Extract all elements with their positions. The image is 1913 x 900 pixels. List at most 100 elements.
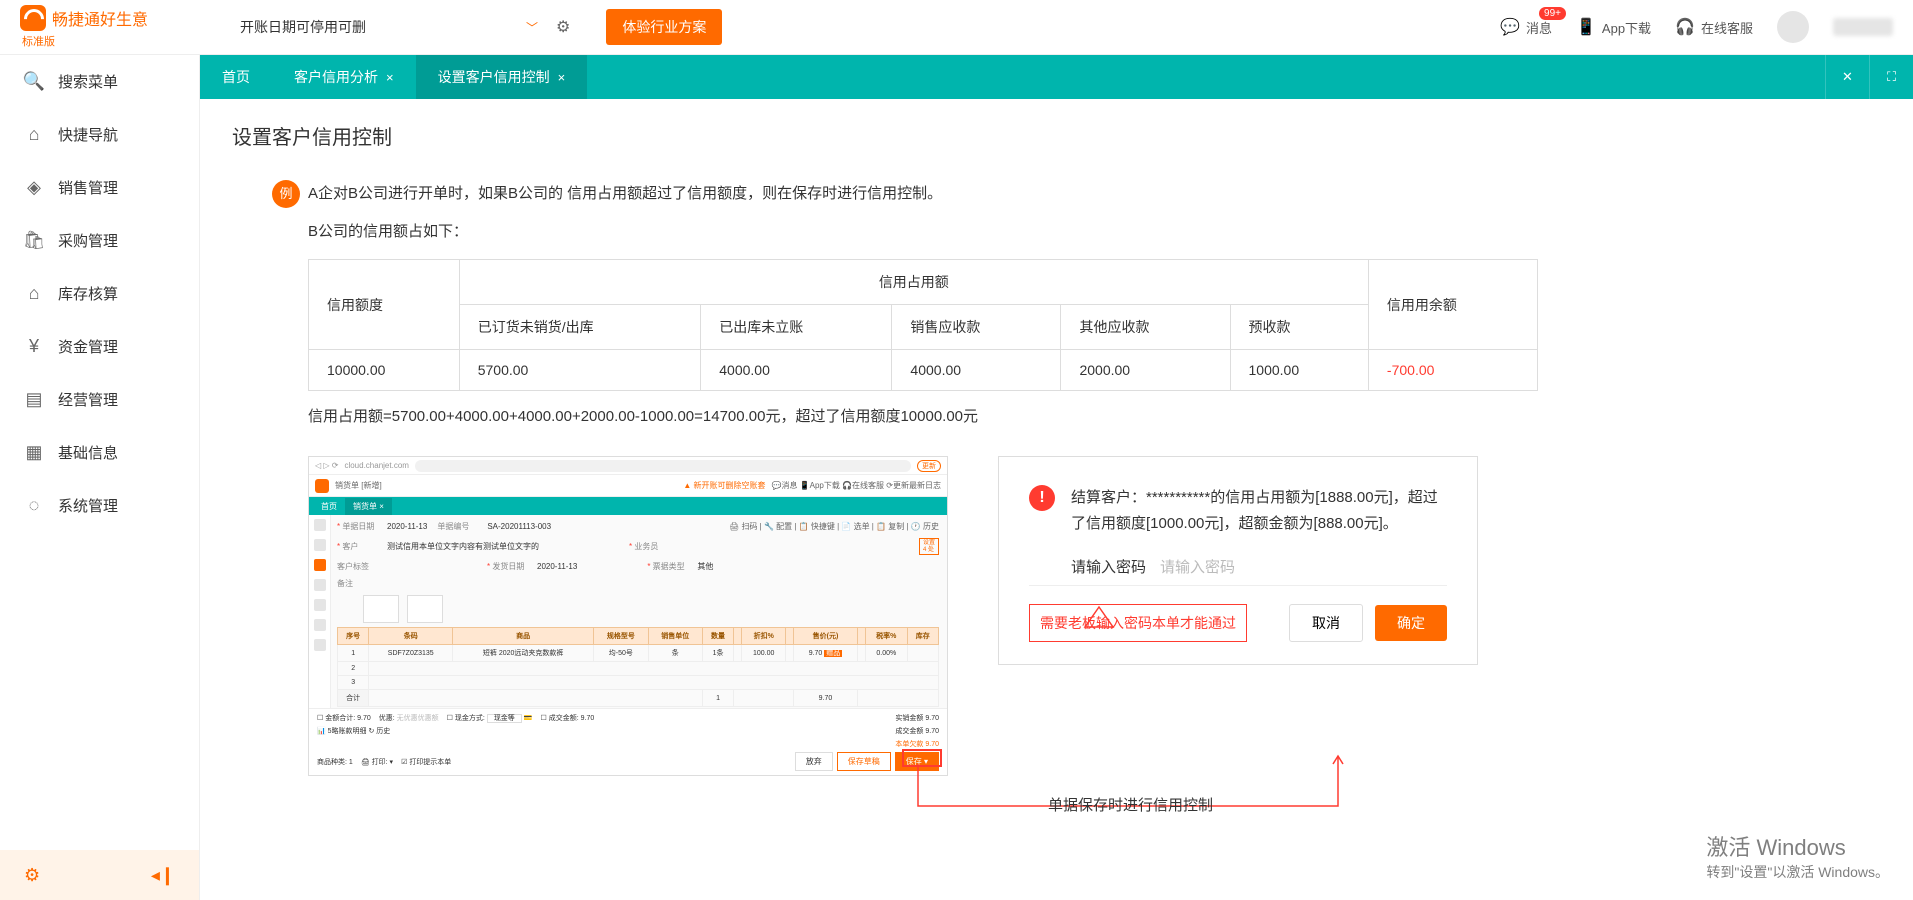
dialog-message: 结算客户：***********的信用占用额为[1888.00元]，超过了信用额… xyxy=(1071,485,1447,536)
page-title: 设置客户信用控制 xyxy=(232,121,1881,150)
cancel-button[interactable]: 取消 xyxy=(1289,604,1363,642)
settings-icon[interactable]: ⚙ xyxy=(24,865,40,886)
experience-button[interactable]: 体验行业方案 xyxy=(606,9,722,45)
sidebar-item-basic[interactable]: ▦基础信息 xyxy=(0,426,199,479)
mock-credit-dialog: ! 结算客户：***********的信用占用额为[1888.00元]，超过了信… xyxy=(998,456,1478,665)
mock-cust-val: 测试信用本单位文字内容有测试单位文字的 xyxy=(387,541,539,552)
messages-link[interactable]: 💬 消息 99+ xyxy=(1500,17,1552,37)
sidebar-item-label: 销售管理 xyxy=(58,177,118,198)
gear-icon[interactable]: ⚙ xyxy=(556,17,570,37)
mock-cust-label: 客户 xyxy=(337,541,377,552)
tag-icon: ◈ xyxy=(24,178,44,198)
password-input[interactable]: 请输入密码 xyxy=(1160,556,1235,577)
mock-order-screenshot: ◁ ▷ ⟳ cloud.chanjet.com 更新 销货单 [新增] ▲ 新开… xyxy=(308,456,948,776)
th-ordered-unshipped: 已订货未销货/出库 xyxy=(459,305,701,350)
phone-icon: 📱 xyxy=(1576,17,1596,37)
sidebar-item-operation[interactable]: ▤经营管理 xyxy=(0,373,199,426)
mock-memo-label: 备注 xyxy=(337,578,377,589)
td-credit-limit: 10000.00 xyxy=(309,350,460,391)
collapse-icon[interactable]: ◂❙ xyxy=(151,865,175,886)
mock-biz-label: 业务员 xyxy=(629,541,669,552)
app-download-link[interactable]: 📱 App下载 xyxy=(1576,17,1651,37)
sidebar-item-purchase[interactable]: 🛍采购管理 xyxy=(0,214,199,267)
close-all-tabs-icon[interactable]: ✕ xyxy=(1825,55,1869,99)
account-dropdown-label: 开账日期可停用可删 xyxy=(240,17,366,37)
sidebar-item-label: 经营管理 xyxy=(58,389,118,410)
td-shipped-unbilled: 4000.00 xyxy=(701,350,892,391)
annotation-label: 单据保存时进行信用控制 xyxy=(1048,794,1213,815)
sidebar-item-sales[interactable]: ◈ 销售管理 xyxy=(0,161,199,214)
mock-cust-tag: 客户标签 xyxy=(337,561,377,572)
fullscreen-icon[interactable]: ⛶ xyxy=(1869,55,1913,99)
avatar[interactable] xyxy=(1777,11,1809,43)
mock-screenshots-row: ◁ ▷ ⟳ cloud.chanjet.com 更新 销货单 [新增] ▲ 新开… xyxy=(308,456,1841,776)
brand-logo-icon xyxy=(20,5,46,31)
th-other-receivable: 其他应收款 xyxy=(1061,305,1230,350)
sidebar: 🔍搜索菜单 ⌂快捷导航 ◈销售管理 🛍采购管理 ⌂库存核算 ¥资金管理 ▤经营管… xyxy=(0,55,200,900)
th-prepaid: 预收款 xyxy=(1230,305,1368,350)
close-icon[interactable]: × xyxy=(386,70,394,85)
tabs-row: 首页 客户信用分析 × 设置客户信用控制 × ✕ ⛶ xyxy=(200,55,1913,99)
sidebar-footer: ⚙ ◂❙ xyxy=(0,850,199,900)
message-icon: 💬 xyxy=(1500,17,1520,37)
table-row: 10000.00 5700.00 4000.00 4000.00 2000.00… xyxy=(309,350,1538,391)
username-blurred xyxy=(1833,18,1893,36)
search-icon: 🔍 xyxy=(24,72,44,92)
tab-label: 客户信用分析 xyxy=(294,67,378,87)
mock-date-label: 单据日期 xyxy=(337,521,377,532)
example-line-2: B公司的信用额占如下： xyxy=(308,218,1841,245)
th-credit-used-group: 信用占用额 xyxy=(459,260,1368,305)
mock-date-val: 2020-11-13 xyxy=(387,522,427,531)
td-sales-receivable: 4000.00 xyxy=(892,350,1061,391)
mock-tab-sale: 销货单 × xyxy=(345,498,392,515)
sidebar-item-label: 基础信息 xyxy=(58,442,118,463)
account-dropdown[interactable]: 开账日期可停用可删 ﹀ xyxy=(240,17,538,37)
th-credit-limit: 信用额度 xyxy=(309,260,460,350)
credit-table: 信用额度 信用占用额 信用用余额 已订货未销货/出库 已出库未立账 销售应收款 … xyxy=(308,259,1538,391)
topbar: 畅捷通好生意 标准版 开账日期可停用可删 ﹀ ⚙ 体验行业方案 💬 消息 99+… xyxy=(0,0,1913,55)
mock-code-label: 单据编号 xyxy=(437,521,477,532)
money-icon: ¥ xyxy=(24,337,44,357)
tab-home[interactable]: 首页 xyxy=(200,55,272,99)
mock-url-host: cloud.chanjet.com xyxy=(344,461,408,470)
logo-area: 畅捷通好生意 标准版 xyxy=(20,5,200,49)
mock-header-title: 销货单 [新增] xyxy=(335,480,382,491)
brand-edition: 标准版 xyxy=(22,33,55,49)
sidebar-item-funding[interactable]: ¥ 资金管理 xyxy=(0,320,199,373)
messages-badge: 99+ xyxy=(1539,7,1566,20)
mock-type-val: 其他 xyxy=(697,561,713,572)
dialog-note: 需要老板输入密码本单才能通过 xyxy=(1029,604,1247,642)
app-download-label: App下载 xyxy=(1602,18,1651,37)
messages-label: 消息 xyxy=(1526,18,1552,37)
tab-credit-analysis[interactable]: 客户信用分析 × xyxy=(272,55,416,99)
home-icon: ⌂ xyxy=(24,125,44,145)
th-sales-receivable: 销售应收款 xyxy=(892,305,1061,350)
sidebar-item-label: 资金管理 xyxy=(58,336,118,357)
sidebar-item-label: 库存核算 xyxy=(58,283,118,304)
sidebar-item-label: 搜索菜单 xyxy=(58,71,118,92)
mock-code-val: SA-20201113-003 xyxy=(487,522,551,531)
td-other-receivable: 2000.00 xyxy=(1061,350,1230,391)
brand-name: 畅捷通好生意 xyxy=(52,6,148,30)
example-text-1: A企对B公司进行开单时，如果B公司的 信用占用额超过了信用额度，则在保存时进行信… xyxy=(308,185,942,202)
sidebar-item-label: 系统管理 xyxy=(58,495,118,516)
mock-tab-home: 首页 xyxy=(313,501,345,512)
sidebar-item-inventory[interactable]: ⌂库存核算 xyxy=(0,267,199,320)
sidebar-item-system[interactable]: ◌ 系统管理 xyxy=(0,479,199,532)
mock-refresh: 更新 xyxy=(917,460,941,472)
sync-icon: ◌ xyxy=(24,496,44,516)
support-link[interactable]: 🎧 在线客服 xyxy=(1675,17,1753,37)
password-label: 请输入密码 xyxy=(1071,556,1146,577)
cart-icon: 🛍 xyxy=(24,231,44,251)
sidebar-item-quicknav[interactable]: ⌂快捷导航 xyxy=(0,108,199,161)
tab-credit-control[interactable]: 设置客户信用控制 × xyxy=(416,55,588,99)
example-badge: 例 xyxy=(272,180,300,208)
mock-order-table: 序号条码商品规格型号销售单位数量折扣%售价(元)税率%库存 1SDF7Z0Z31… xyxy=(337,627,939,707)
th-shipped-unbilled: 已出库未立账 xyxy=(701,305,892,350)
sidebar-item-search[interactable]: 🔍 搜索菜单 xyxy=(0,55,199,108)
close-icon[interactable]: × xyxy=(558,70,566,85)
mock-abandon-btn: 放弃 xyxy=(795,752,833,771)
chevron-down-icon: ﹀ xyxy=(526,19,538,36)
ok-button[interactable]: 确定 xyxy=(1375,605,1447,641)
tab-label: 设置客户信用控制 xyxy=(438,67,550,87)
